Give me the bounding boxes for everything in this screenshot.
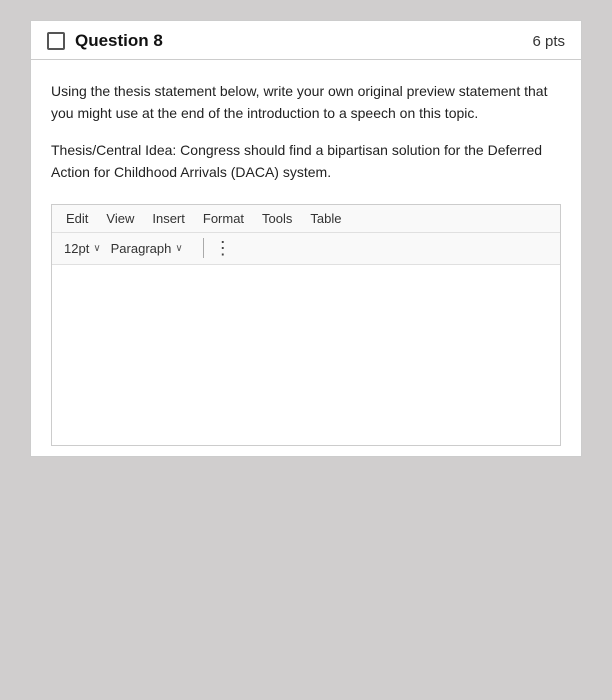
paragraph-chevron-icon: ∨ [175, 243, 182, 254]
more-options-icon[interactable]: ⋮ [214, 238, 233, 259]
question-text: Using the thesis statement below, write … [51, 80, 561, 125]
menu-tools[interactable]: Tools [262, 211, 292, 226]
thesis-text: Thesis/Central Idea: Congress should fin… [51, 139, 561, 184]
font-size-value: 12pt [64, 241, 89, 256]
paragraph-style-select[interactable]: Paragraph ∨ [111, 241, 183, 256]
editor-content-area[interactable] [52, 265, 560, 445]
menu-edit[interactable]: Edit [66, 211, 88, 226]
editor-menu-bar: Edit View Insert Format Tools Table [52, 205, 560, 233]
menu-format[interactable]: Format [203, 211, 244, 226]
question-body: Using the thesis statement below, write … [31, 60, 581, 456]
question-title: Question 8 [75, 31, 163, 51]
menu-table[interactable]: Table [310, 211, 341, 226]
question-pts: 6 pts [532, 33, 565, 50]
question-card: Question 8 6 pts Using the thesis statem… [30, 20, 582, 457]
format-bar-divider [203, 238, 204, 258]
editor-container: Edit View Insert Format Tools Table 12pt… [51, 204, 561, 446]
font-size-select[interactable]: 12pt ∨ [64, 241, 101, 256]
menu-view[interactable]: View [106, 211, 134, 226]
menu-insert[interactable]: Insert [152, 211, 185, 226]
question-checkbox-icon[interactable] [47, 32, 65, 50]
editor-format-bar: 12pt ∨ Paragraph ∨ ⋮ [52, 233, 560, 265]
paragraph-style-value: Paragraph [111, 241, 172, 256]
question-header-left: Question 8 [47, 31, 163, 51]
font-size-chevron-icon: ∨ [93, 243, 100, 254]
question-header: Question 8 6 pts [31, 21, 581, 60]
